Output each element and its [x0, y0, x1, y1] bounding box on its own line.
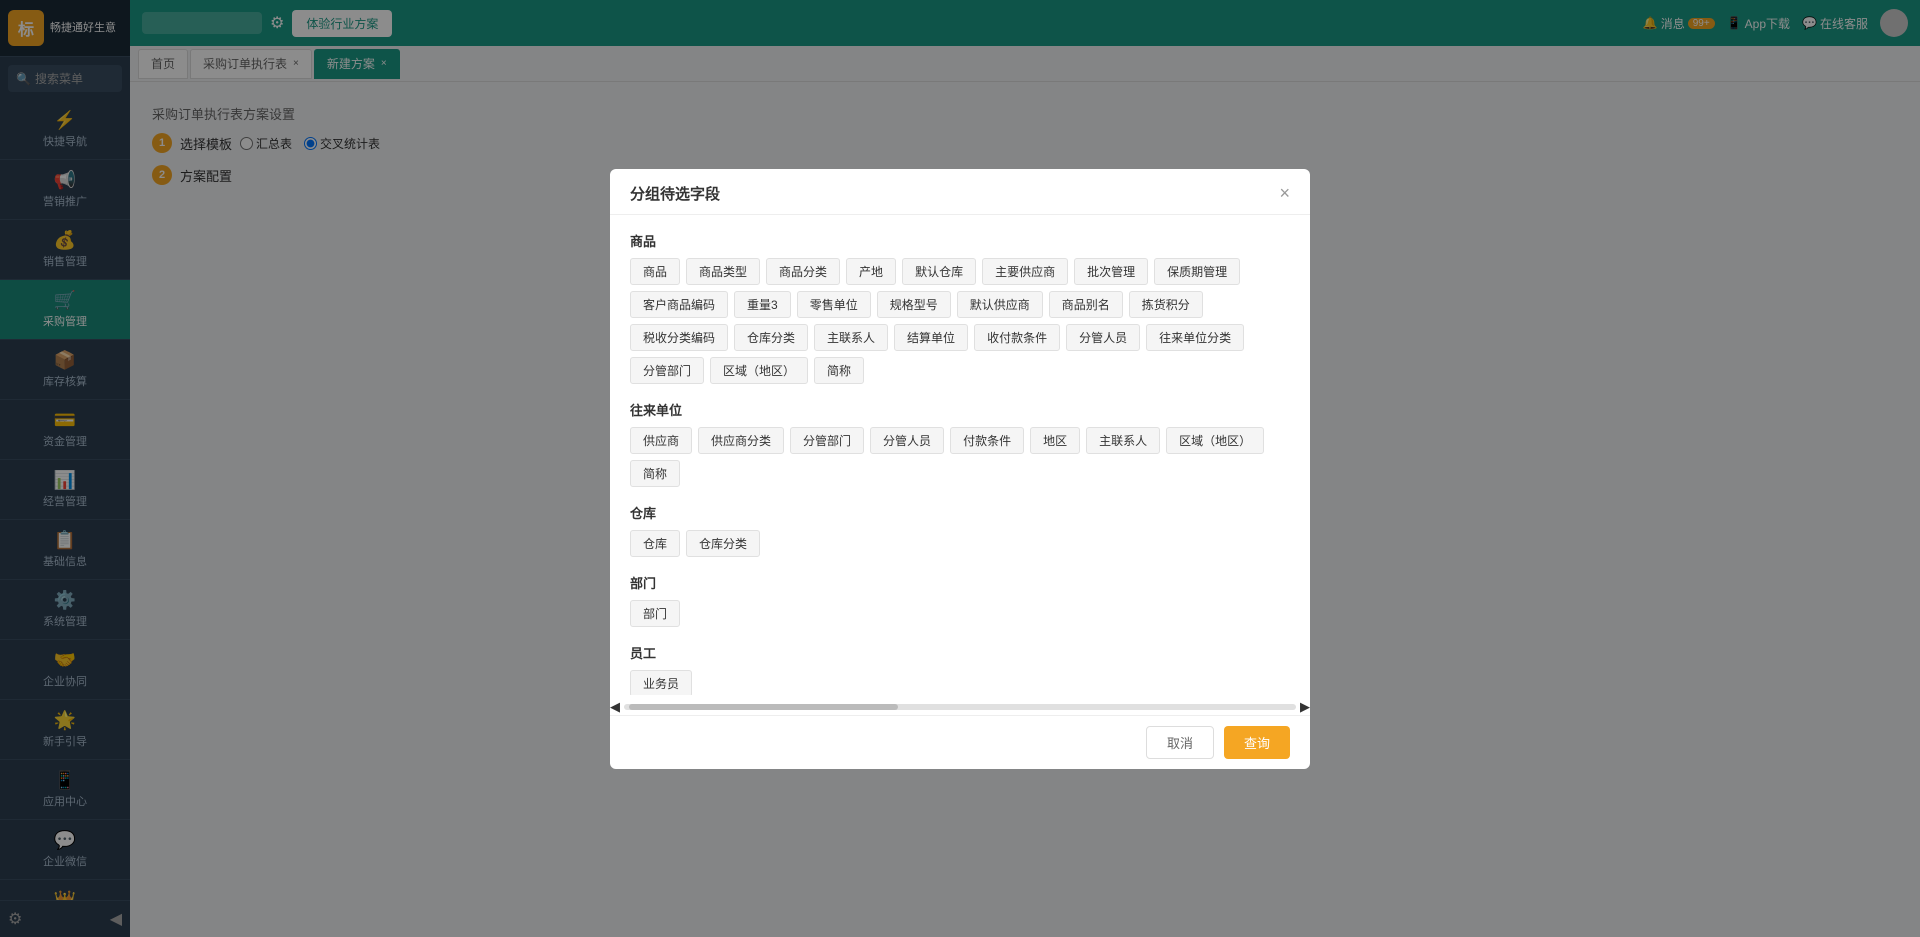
- hscroll-right-arrow[interactable]: ▶: [1300, 699, 1310, 715]
- field-tag-partner-contact[interactable]: 主联系人: [1086, 427, 1160, 454]
- field-tag-dept-supervisor[interactable]: 分管部门: [630, 357, 704, 384]
- field-tag-department[interactable]: 部门: [630, 600, 680, 627]
- section-goods-title: 商品: [630, 231, 1290, 250]
- section-goods-tags: 商品 商品类型 商品分类 产地 默认仓库 主要供应商 批次管理 保质期管理 客户…: [630, 258, 1290, 384]
- field-tag-partner-supervisor[interactable]: 分管人员: [870, 427, 944, 454]
- hscroll-left-arrow[interactable]: ◀: [610, 699, 620, 715]
- field-tag-goods[interactable]: 商品: [630, 258, 680, 285]
- modal-title: 分组待选字段: [630, 183, 720, 204]
- field-tag-region[interactable]: 区域（地区）: [710, 357, 808, 384]
- field-tag-main-supplier[interactable]: 主要供应商: [982, 258, 1068, 285]
- modal-footer: 取消 查询: [610, 715, 1310, 769]
- section-warehouse-tags: 仓库 仓库分类: [630, 530, 1290, 557]
- modal-horizontal-scrollbar[interactable]: ◀ ▶: [610, 695, 1310, 715]
- modal-close-button[interactable]: ×: [1279, 183, 1290, 204]
- field-tag-settlement-unit[interactable]: 结算单位: [894, 324, 968, 351]
- field-tag-salesperson[interactable]: 业务员: [630, 670, 692, 695]
- field-tag-warehouse-cat[interactable]: 仓库分类: [686, 530, 760, 557]
- hscroll-bar: [624, 704, 1296, 710]
- field-tag-default-warehouse[interactable]: 默认仓库: [902, 258, 976, 285]
- main-area: ⚙ 体验行业方案 🔔 消息 99+ 📱 App下载 💬 在线客服: [130, 0, 1920, 937]
- field-tag-warehouse-category[interactable]: 仓库分类: [734, 324, 808, 351]
- field-tag-tax-code[interactable]: 税收分类编码: [630, 324, 728, 351]
- hscroll-thumb: [629, 704, 898, 710]
- field-select-modal: 分组待选字段 × 商品 商品 商品类型 商品分类 产地 默认仓库: [610, 169, 1310, 769]
- section-employee-tags: 业务员: [630, 670, 1290, 695]
- field-tag-goods-alias[interactable]: 商品别名: [1049, 291, 1123, 318]
- modal-backdrop: 分组待选字段 × 商品 商品 商品类型 商品分类 产地 默认仓库: [130, 0, 1920, 937]
- field-tag-payment-terms[interactable]: 收付款条件: [974, 324, 1060, 351]
- section-department-title: 部门: [630, 573, 1290, 592]
- field-tag-partner-abbr[interactable]: 简称: [630, 460, 680, 487]
- section-warehouse: 仓库 仓库 仓库分类: [630, 503, 1290, 557]
- section-department: 部门 部门: [630, 573, 1290, 627]
- section-employee-title: 员工: [630, 643, 1290, 662]
- field-tag-supervisor[interactable]: 分管人员: [1066, 324, 1140, 351]
- field-tag-partner-region[interactable]: 区域（地区）: [1166, 427, 1264, 454]
- modal-confirm-button[interactable]: 查询: [1224, 726, 1290, 759]
- field-tag-shelf-life[interactable]: 保质期管理: [1154, 258, 1240, 285]
- section-goods: 商品 商品 商品类型 商品分类 产地 默认仓库 主要供应商 批次管理 保质期管理…: [630, 231, 1290, 384]
- field-tag-area[interactable]: 地区: [1030, 427, 1080, 454]
- field-tag-pick-points[interactable]: 拣货积分: [1129, 291, 1203, 318]
- field-tag-retail-unit[interactable]: 零售单位: [797, 291, 871, 318]
- field-tag-partner-category[interactable]: 往来单位分类: [1146, 324, 1244, 351]
- modal-header: 分组待选字段 ×: [610, 169, 1310, 215]
- field-tag-spec-model[interactable]: 规格型号: [877, 291, 951, 318]
- field-tag-batch-mgmt[interactable]: 批次管理: [1074, 258, 1148, 285]
- section-partner-title: 往来单位: [630, 400, 1290, 419]
- modal-body[interactable]: 商品 商品 商品类型 商品分类 产地 默认仓库 主要供应商 批次管理 保质期管理…: [610, 215, 1310, 695]
- field-tag-payment-condition[interactable]: 付款条件: [950, 427, 1024, 454]
- modal-cancel-button[interactable]: 取消: [1146, 726, 1214, 759]
- field-tag-partner-dept[interactable]: 分管部门: [790, 427, 864, 454]
- section-partner-tags: 供应商 供应商分类 分管部门 分管人员 付款条件 地区 主联系人 区域（地区） …: [630, 427, 1290, 487]
- field-tag-abbr[interactable]: 简称: [814, 357, 864, 384]
- field-tag-goods-type[interactable]: 商品类型: [686, 258, 760, 285]
- field-tag-default-supplier[interactable]: 默认供应商: [957, 291, 1043, 318]
- field-tag-weight3[interactable]: 重量3: [734, 291, 791, 318]
- section-employee: 员工 业务员: [630, 643, 1290, 695]
- section-warehouse-title: 仓库: [630, 503, 1290, 522]
- field-tag-warehouse[interactable]: 仓库: [630, 530, 680, 557]
- field-tag-supplier[interactable]: 供应商: [630, 427, 692, 454]
- field-tag-main-contact[interactable]: 主联系人: [814, 324, 888, 351]
- field-tag-goods-category[interactable]: 商品分类: [766, 258, 840, 285]
- section-partner: 往来单位 供应商 供应商分类 分管部门 分管人员 付款条件 地区 主联系人 区域…: [630, 400, 1290, 487]
- section-department-tags: 部门: [630, 600, 1290, 627]
- field-tag-customer-code[interactable]: 客户商品编码: [630, 291, 728, 318]
- field-tag-origin[interactable]: 产地: [846, 258, 896, 285]
- field-tag-supplier-category[interactable]: 供应商分类: [698, 427, 784, 454]
